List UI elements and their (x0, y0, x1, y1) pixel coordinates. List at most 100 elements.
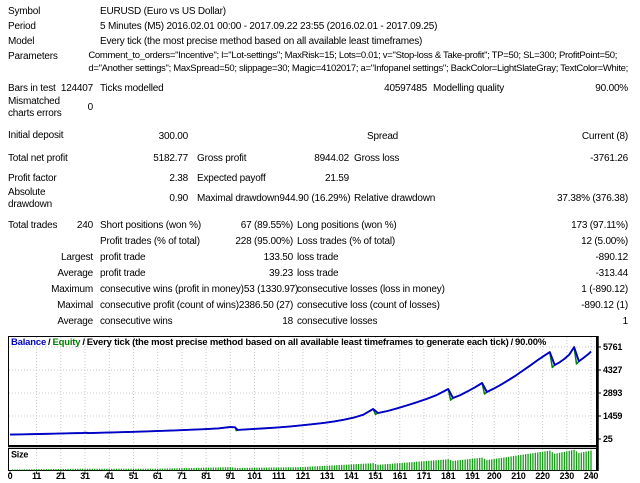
short-positions-value: 67 (89.55%) (240, 219, 293, 231)
profit-trades-value: 228 (95.00%) (235, 235, 293, 247)
maximal-dd-value: 944.90 (16.29%) (279, 193, 351, 204)
largest-loss-value: -890.12 (595, 251, 628, 263)
size-bar (566, 451, 568, 471)
size-bar (495, 458, 498, 471)
size-bar (195, 467, 198, 471)
row-label: Loss trades (% of total) (297, 235, 396, 247)
row-label: Short positions (won %) (100, 219, 202, 231)
size-bar (111, 468, 113, 471)
size-bar (67, 468, 69, 471)
size-bar (263, 467, 265, 471)
size-bar (65, 468, 67, 471)
size-bar (469, 459, 471, 471)
equity-curve-chart[interactable]: 2514592893432757610 11 21 31 41 51 61 71 81 91 101… (0, 333, 640, 481)
size-bar (203, 467, 205, 471)
size-bar (590, 450, 592, 471)
size-bar (382, 464, 384, 471)
size-bar (457, 460, 459, 471)
size-bar (38, 469, 40, 471)
size-bar (45, 469, 47, 471)
size-bar (253, 467, 256, 471)
size-bar (483, 458, 486, 471)
size-bar (198, 467, 200, 471)
size-bar (481, 457, 483, 471)
size-bar (304, 466, 306, 471)
size-bar (181, 468, 183, 471)
avg-consec-losses-value: 1 (622, 315, 629, 327)
size-bar (442, 459, 444, 471)
size-bar (43, 469, 45, 471)
size-bar (357, 463, 360, 471)
long-positions-value: 173 (97.11%) (571, 219, 628, 231)
size-bar (336, 465, 338, 471)
size-bar (212, 467, 214, 471)
y-tick-label: 4327 (603, 365, 622, 375)
row-label: Profit factor (8, 173, 57, 184)
size-bar (316, 466, 319, 471)
size-bar (522, 454, 524, 471)
row-average-consecutive: Average consecutive wins 18 consecutive l… (8, 313, 628, 329)
size-bar (77, 468, 79, 471)
size-bar (319, 466, 321, 471)
row-qualifier: Largest (61, 251, 93, 263)
size-bar (290, 467, 292, 471)
size-bar (205, 467, 207, 471)
size-bar (130, 468, 132, 471)
size-bar (98, 468, 101, 471)
size-bar (408, 462, 411, 471)
equity-curve-chart-area[interactable]: 25 1459 2893 4327 5761 0 11 21 31 41 51 61 71 81 91 101… (0, 333, 640, 481)
legend-method: Every tick (the most precise method base… (86, 337, 509, 348)
y-tick-label: 5761 (603, 342, 622, 352)
size-bar (268, 467, 270, 471)
size-bar (234, 467, 236, 471)
row-label: consecutive wins (100, 315, 173, 327)
gross-loss-value: -3761.26 (590, 153, 628, 164)
size-bar (135, 468, 137, 471)
size-bar (11, 469, 14, 471)
loss-trades-value: 12 (5.00%) (581, 235, 628, 247)
size-bar (449, 460, 452, 471)
legend-separator: / (510, 337, 514, 348)
size-bar (488, 459, 490, 471)
size-bar (527, 453, 529, 471)
size-bar (74, 468, 77, 471)
size-bar (120, 468, 123, 471)
size-bar (324, 465, 326, 471)
size-bar (132, 468, 135, 471)
size-bar (433, 460, 435, 471)
size-bar (503, 457, 505, 471)
size-bar (416, 461, 418, 471)
size-bar (372, 463, 374, 471)
size-bar (256, 467, 258, 471)
legend-quality: 90.00% (515, 337, 547, 348)
ticks-value: 40597485 (384, 83, 427, 94)
row-label: consecutive losses (297, 315, 378, 327)
maximal-loss-value: -890.12 (1) (581, 299, 628, 311)
size-bar (396, 463, 398, 471)
size-bar (341, 464, 343, 471)
size-bar (96, 468, 98, 471)
size-bar (466, 459, 469, 471)
size-bar (345, 464, 348, 471)
row-label: Total trades (8, 219, 58, 231)
row-label: Gross profit (197, 153, 247, 164)
size-bar (144, 468, 147, 471)
size-bar (437, 460, 440, 471)
size-bar (19, 469, 21, 471)
size-bar (387, 464, 389, 471)
size-bar (510, 456, 512, 471)
expected-payoff-value: 21.59 (324, 173, 349, 184)
size-bar (580, 452, 582, 471)
size-bar (474, 458, 476, 471)
size-bar (544, 451, 546, 471)
size-bar (331, 465, 333, 471)
size-bar (418, 461, 420, 471)
size-bar (517, 455, 520, 471)
size-bar (40, 469, 43, 471)
size-bar (164, 468, 166, 471)
size-bar (280, 467, 282, 471)
size-bar (186, 468, 188, 471)
size-bar (183, 468, 185, 471)
size-bar (171, 468, 173, 471)
absolute-dd-value: 0.90 (169, 193, 188, 204)
